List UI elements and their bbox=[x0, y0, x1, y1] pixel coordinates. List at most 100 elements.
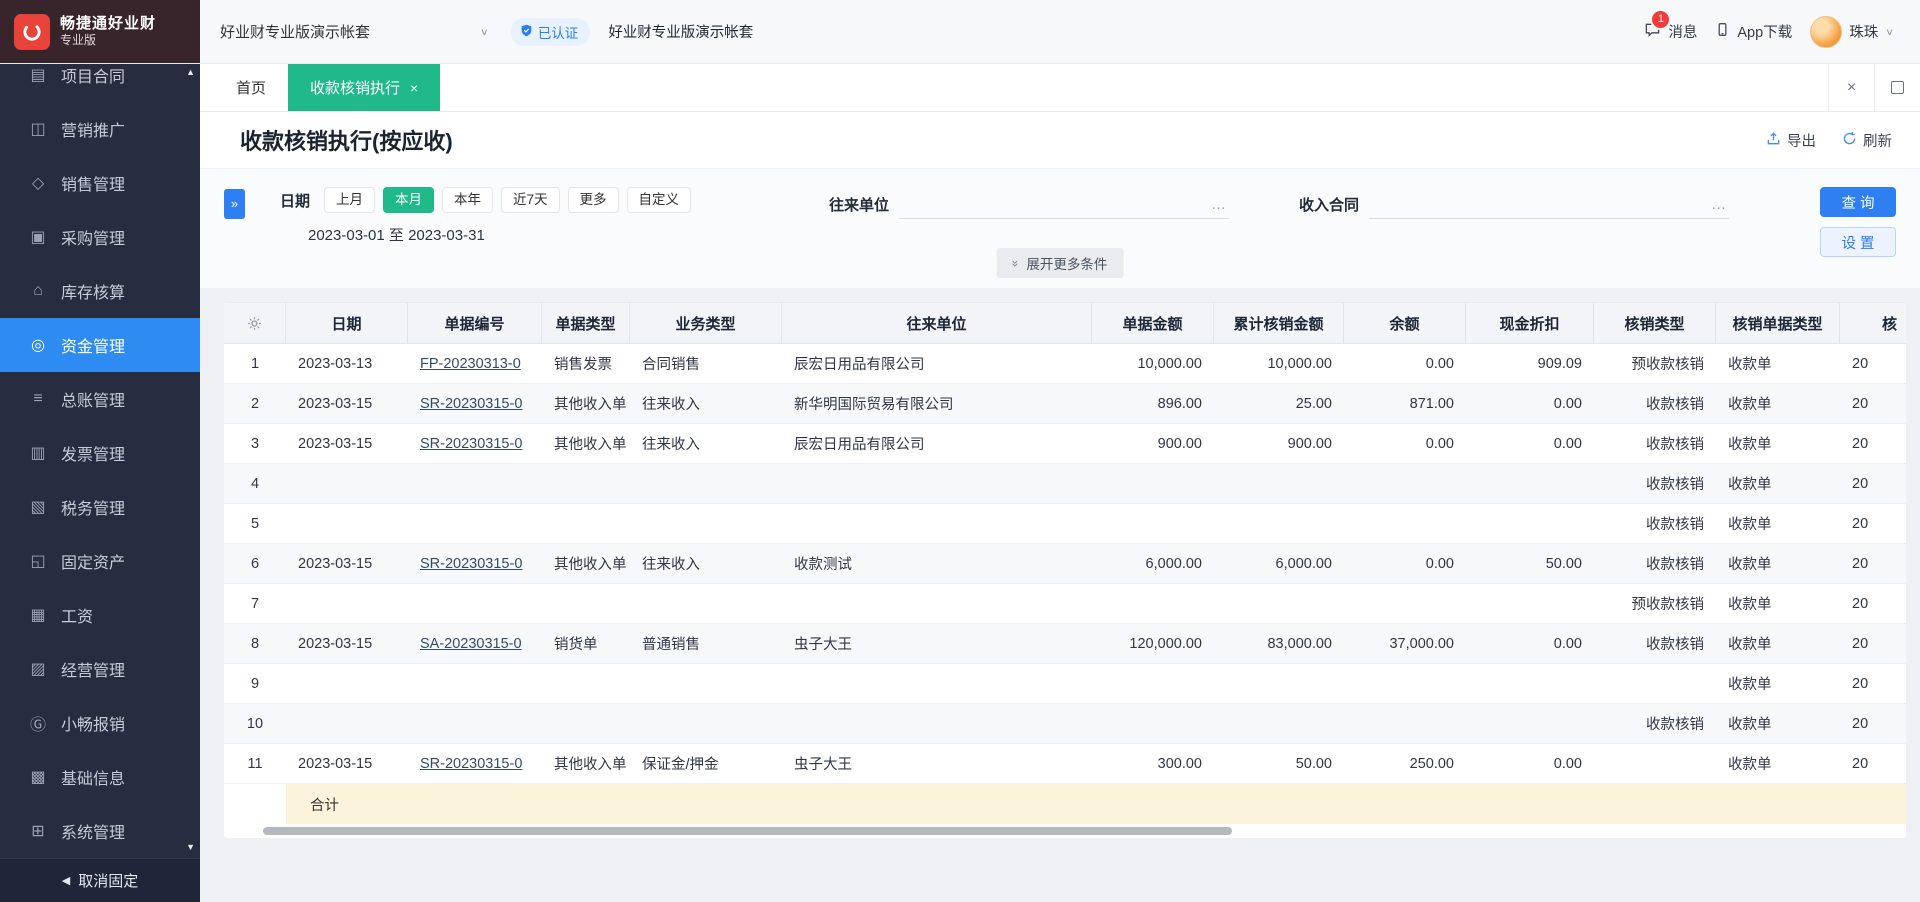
partner-input[interactable]: … bbox=[899, 191, 1229, 219]
expand-more-filters-button[interactable]: » 展开更多条件 bbox=[997, 248, 1124, 278]
table-row[interactable]: 32023-03-15SR-20230315-0其他收入单往来收入辰宏日用品有限… bbox=[224, 424, 1906, 464]
cell-settled bbox=[1214, 504, 1344, 543]
horizontal-scrollbar[interactable] bbox=[224, 824, 1906, 838]
contract-picker-icon[interactable]: … bbox=[1711, 196, 1727, 213]
column-settings-gear-icon[interactable] bbox=[224, 303, 286, 343]
cell-num: 9 bbox=[224, 664, 286, 703]
sidebar-item-4[interactable]: ▣采购管理 bbox=[0, 210, 200, 264]
assets-icon: ◱ bbox=[28, 551, 48, 571]
table-row[interactable]: 4收款核销收款单20 bbox=[224, 464, 1906, 504]
cell-doc_no: SR-20230315-0 bbox=[408, 424, 542, 463]
tab-receipt-writeoff[interactable]: 收款核销执行 × bbox=[288, 64, 440, 111]
sidebar-item-6[interactable]: ◎资金管理 bbox=[0, 318, 200, 372]
cell-settle_doc: 收款单 bbox=[1716, 344, 1840, 383]
date-pill-5[interactable]: 更多 bbox=[568, 187, 619, 213]
cell-doc_type: 其他收入单 bbox=[542, 424, 630, 463]
cell-discount: 909.09 bbox=[1466, 344, 1594, 383]
refresh-button[interactable]: 刷新 bbox=[1842, 130, 1892, 151]
cell-num: 11 bbox=[224, 744, 286, 783]
sidebar-item-10[interactable]: ◱ 固定资产 bbox=[0, 534, 200, 588]
sidebar-item-7[interactable]: ≡总账管理 bbox=[0, 372, 200, 426]
date-pill-4[interactable]: 近7天 bbox=[501, 187, 560, 213]
partner-picker-icon[interactable]: … bbox=[1211, 196, 1227, 213]
sidebar-item-3[interactable]: ◇销售管理 bbox=[0, 156, 200, 210]
cell-discount bbox=[1466, 704, 1594, 743]
date-filter-label: 日期 bbox=[280, 190, 310, 211]
table-row[interactable]: 7预收款核销收款单20 bbox=[224, 584, 1906, 624]
app-download-button[interactable]: App下载 bbox=[1715, 21, 1792, 42]
cell-partner bbox=[782, 704, 1092, 743]
cell-amount: 120,000.00 bbox=[1092, 624, 1214, 663]
sidebar-item-label: 固定资产 bbox=[61, 549, 125, 573]
sidebar-scroll-up-icon[interactable]: ▲ bbox=[186, 67, 195, 77]
table-row[interactable]: 112023-03-15SR-20230315-0其他收入单保证金/押金虫子大王… bbox=[224, 744, 1906, 784]
cell-settle_doc: 收款单 bbox=[1716, 384, 1840, 423]
fullscreen-button[interactable] bbox=[1874, 64, 1920, 111]
table-row[interactable]: 9收款单20 bbox=[224, 664, 1906, 704]
date-pill-3[interactable]: 本年 bbox=[442, 187, 493, 213]
export-icon bbox=[1766, 131, 1781, 150]
cell-settled: 25.00 bbox=[1214, 384, 1344, 423]
collapse-filter-button[interactable]: » bbox=[224, 189, 245, 219]
cell-settle_doc: 收款单 bbox=[1716, 544, 1840, 583]
contract-input[interactable]: … bbox=[1369, 191, 1729, 219]
document-link[interactable]: SR-20230315-0 bbox=[420, 756, 522, 772]
cell-settled bbox=[1214, 664, 1344, 703]
sidebar-item-15[interactable]: ⊞系统管理 bbox=[0, 804, 200, 858]
cell-doc_type: 销售发票 bbox=[542, 344, 630, 383]
user-menu[interactable]: 珠珠 ∨ bbox=[1810, 16, 1894, 48]
cell-settle_type: 收款核销 bbox=[1594, 544, 1716, 583]
cell-date: 2023-03-15 bbox=[286, 424, 408, 463]
sidebar-item-11[interactable]: ▦工资 bbox=[0, 588, 200, 642]
sidebar-item-12[interactable]: ▨经营管理 bbox=[0, 642, 200, 696]
document-link[interactable]: SR-20230315-0 bbox=[420, 436, 522, 452]
cell-settled bbox=[1214, 464, 1344, 503]
cell-balance bbox=[1344, 664, 1466, 703]
unpin-sidebar-button[interactable]: ◀ 取消固定 bbox=[0, 858, 200, 902]
table-row[interactable]: 10收款核销收款单20 bbox=[224, 704, 1906, 744]
settings-button[interactable]: 设置 bbox=[1820, 227, 1896, 257]
table-row[interactable]: 12023-03-13FP-20230313-0销售发票合同销售辰宏日用品有限公… bbox=[224, 344, 1906, 384]
sidebar-item-9[interactable]: ▧税务管理 bbox=[0, 480, 200, 534]
table-row[interactable]: 22023-03-15SR-20230315-0其他收入单往来收入新华明国际贸易… bbox=[224, 384, 1906, 424]
messages-button[interactable]: 消息 1 bbox=[1644, 21, 1697, 42]
table-row[interactable]: 82023-03-15SA-20230315-0销货单普通销售虫子大王120,0… bbox=[224, 624, 1906, 664]
operation-icon: ▨ bbox=[28, 659, 48, 679]
expense-icon: Ⓖ bbox=[28, 711, 48, 735]
cell-doc_type bbox=[542, 464, 630, 503]
account-set-select[interactable]: 好业财专业版演示帐套 ∨ bbox=[216, 15, 493, 48]
cell-extra: 20 bbox=[1840, 664, 1906, 703]
close-all-tabs-button[interactable]: × bbox=[1828, 64, 1874, 111]
sidebar-item-14[interactable]: ▩基础信息 bbox=[0, 750, 200, 804]
sidebar-item-8[interactable]: ▥发票管理 bbox=[0, 426, 200, 480]
cell-settle_type: 收款核销 bbox=[1594, 504, 1716, 543]
sidebar-item-2[interactable]: ◫营销推广 bbox=[0, 102, 200, 156]
refresh-icon bbox=[1842, 131, 1857, 150]
table-row[interactable]: 62023-03-15SR-20230315-0其他收入单往来收入收款测试6,0… bbox=[224, 544, 1906, 584]
sidebar-item-13[interactable]: Ⓖ小畅报销 bbox=[0, 696, 200, 750]
date-pill-2[interactable]: 本月 bbox=[383, 187, 434, 213]
date-pill-6[interactable]: 自定义 bbox=[627, 187, 692, 213]
document-link[interactable]: SA-20230315-0 bbox=[420, 636, 522, 652]
sidebar-item-label: 销售管理 bbox=[61, 171, 125, 195]
date-pill-1[interactable]: 上月 bbox=[324, 187, 375, 213]
sidebar-item-1[interactable]: ▤项目合同 bbox=[0, 64, 200, 102]
cell-partner: 虫子大王 bbox=[782, 744, 1092, 783]
cell-balance: 37,000.00 bbox=[1344, 624, 1466, 663]
query-button[interactable]: 查询 bbox=[1820, 187, 1896, 217]
tab-close-icon[interactable]: × bbox=[410, 80, 418, 96]
export-button[interactable]: 导出 bbox=[1766, 130, 1816, 151]
cell-biz_type bbox=[630, 584, 782, 623]
sidebar-scroll-down-icon[interactable]: ▼ bbox=[186, 842, 195, 852]
cell-doc_type: 其他收入单 bbox=[542, 544, 630, 583]
document-link[interactable]: SR-20230315-0 bbox=[420, 396, 522, 412]
tab-home[interactable]: 首页 bbox=[214, 64, 288, 111]
cell-num: 5 bbox=[224, 504, 286, 543]
cell-balance: 250.00 bbox=[1344, 744, 1466, 783]
cell-settled: 50.00 bbox=[1214, 744, 1344, 783]
scrollbar-thumb[interactable] bbox=[263, 827, 1232, 835]
table-row[interactable]: 5收款核销收款单20 bbox=[224, 504, 1906, 544]
document-link[interactable]: FP-20230313-0 bbox=[420, 356, 521, 372]
document-link[interactable]: SR-20230315-0 bbox=[420, 556, 522, 572]
sidebar-item-5[interactable]: ⌂库存核算 bbox=[0, 264, 200, 318]
